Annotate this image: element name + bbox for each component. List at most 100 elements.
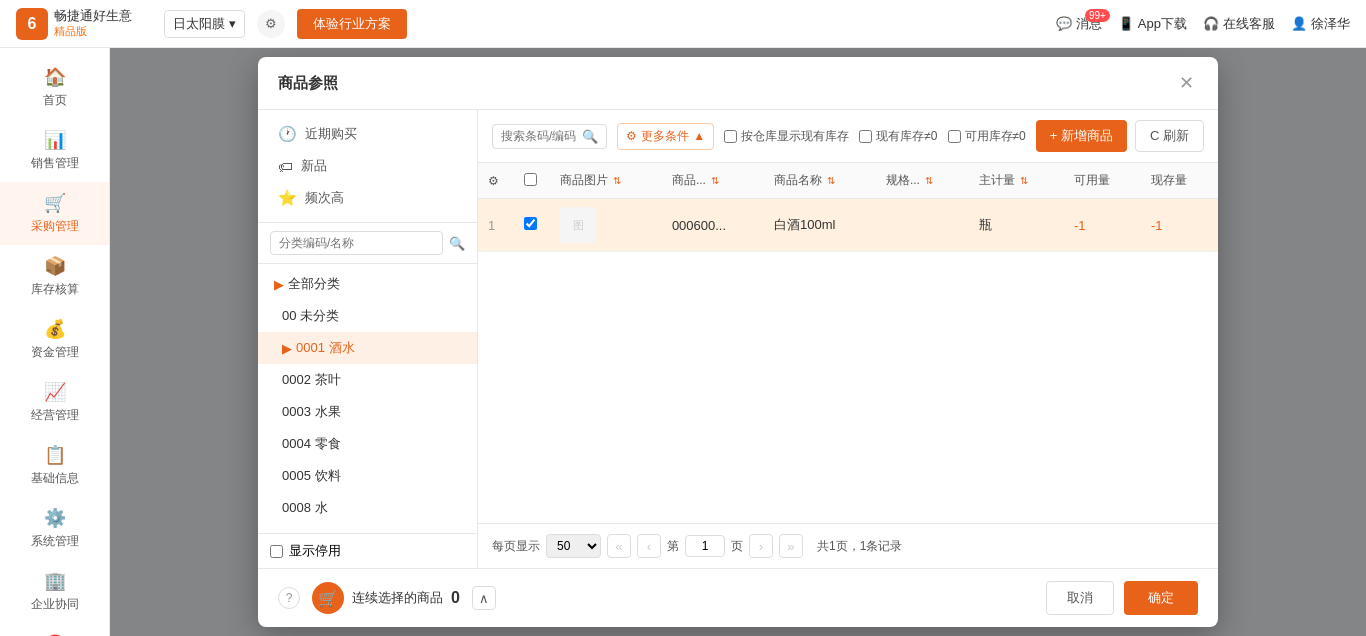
category-fruit[interactable]: 0003 水果 [258,396,477,428]
clock-icon: 🕐 [278,125,297,143]
quick-recent[interactable]: 🕐 近期购买 [270,118,465,150]
chevron-down-icon: ▾ [229,16,236,31]
row-available: -1 [1064,199,1141,252]
table-settings-icon[interactable]: ⚙ [488,174,499,188]
notification-badge: 99+ [1085,9,1110,22]
phone-icon: 📱 [1118,16,1134,31]
nav-dropdown[interactable]: 日太阳膜 ▾ [164,10,245,38]
product-table: ⚙ 商品图片 ⇅ [478,163,1218,252]
th-image[interactable]: 商品图片 ⇅ [550,163,662,199]
quick-new[interactable]: 🏷 新品 [270,150,465,182]
app-download-item[interactable]: 📱 App下载 [1118,15,1187,33]
category-uncategorized[interactable]: 00 未分类 [258,300,477,332]
select-all-checkbox[interactable] [524,173,537,186]
sidebar-label-inventory: 库存核算 [31,281,79,298]
add-product-button[interactable]: + 新增商品 [1036,120,1127,152]
confirm-button[interactable]: 确定 [1124,581,1198,615]
th-unit[interactable]: 主计量 ⇅ [969,163,1064,199]
sidebar-item-finance[interactable]: 💰 资金管理 [0,308,109,371]
chevron-up-icon: ▲ [693,129,705,143]
quick-recent-label: 近期购买 [305,125,357,143]
page-label: 第 [667,538,679,555]
cancel-button[interactable]: 取消 [1046,581,1114,615]
help-icon[interactable]: ? [278,587,300,609]
next-page-btn[interactable]: › [749,534,773,558]
enterprise-icon: 🏢 [44,570,66,592]
collapse-arrow-icon[interactable]: ∧ [472,586,496,610]
all-arrow-icon: ▶ [274,277,284,292]
user-item[interactable]: 👤 徐泽华 [1291,15,1350,33]
sidebar-item-basic[interactable]: 📋 基础信息 [0,434,109,497]
th-code[interactable]: 商品... ⇅ [662,163,764,199]
sidebar-item-purchase[interactable]: 🛒 采购管理 [0,182,109,245]
product-search-box: 🔍 [492,124,607,149]
sidebar-item-home[interactable]: 🏠 首页 [0,56,109,119]
category-all[interactable]: ▶ 全部分类 [258,268,477,300]
sidebar-item-system[interactable]: ⚙️ 系统管理 [0,497,109,560]
nav-right: 💬 消息 99+ 📱 App下载 🎧 在线客服 👤 徐泽华 [1056,15,1350,33]
row-num: 1 [478,199,514,252]
category-tea[interactable]: 0002 茶叶 [258,364,477,396]
row-spec [876,199,969,252]
gear-icon[interactable]: ⚙ [257,10,285,38]
checkbox-current-stock[interactable]: 现有库存≠0 [859,128,937,145]
search-icon[interactable]: 🔍 [582,129,598,144]
row-unit: 瓶 [969,199,1064,252]
operation-icon: 📈 [44,381,66,403]
modal-close-button[interactable]: ✕ [1174,71,1198,95]
page-number-input[interactable] [685,535,725,557]
headset-icon: 🎧 [1203,16,1219,31]
refresh-button[interactable]: C 刷新 [1135,120,1204,152]
th-checkbox [514,163,550,199]
star-icon: ⭐ [278,189,297,207]
first-page-btn[interactable]: « [607,534,631,558]
th-stock: 现存量 [1141,163,1218,199]
sidebar-item-sales[interactable]: 📊 销售管理 [0,119,109,182]
total-info: 共1页，1条记录 [817,538,902,555]
purchase-icon: 🛒 [44,192,66,214]
product-reference-modal: 商品参照 ✕ 🕐 近期购买 🏷 [258,57,1218,627]
last-page-btn[interactable]: » [779,534,803,558]
logo-text: 畅捷通好生意 精品版 [54,8,132,40]
checkbox-available-stock[interactable]: 可用库存≠0 [948,128,1026,145]
cart-count: 0 [451,589,460,607]
pagination-bar: 每页显示 50 100 200 « ‹ 第 页 › [478,523,1218,568]
sidebar-label-home: 首页 [43,92,67,109]
avatar: 👤 [1291,16,1307,31]
sidebar-item-enterprise[interactable]: 🏢 企业协同 [0,560,109,623]
category-liquor[interactable]: ▶ 0001 酒水 [258,332,477,364]
row-stock: -1 [1141,199,1218,252]
checkbox-warehouse-stock[interactable]: 按仓库显示现有库存 [724,128,849,145]
category-water[interactable]: 0008 水 [258,492,477,524]
category-beverage[interactable]: 0005 饮料 [258,460,477,492]
per-page-select[interactable]: 50 100 200 [546,534,601,558]
quick-new-label: 新品 [301,157,327,175]
category-appliances[interactable]: 0010 家电 [258,524,477,533]
online-service-item[interactable]: 🎧 在线客服 [1203,15,1275,33]
notification-item[interactable]: 💬 消息 99+ [1056,15,1102,33]
sidebar-item-guide[interactable]: 🎯 新手引导 [0,623,109,636]
prev-page-btn[interactable]: ‹ [637,534,661,558]
category-search-input[interactable] [270,231,443,255]
row-image-cell: 图 [550,199,662,252]
sidebar-item-inventory[interactable]: 📦 库存核算 [0,245,109,308]
page-suffix: 页 [731,538,743,555]
th-spec[interactable]: 规格... ⇅ [876,163,969,199]
product-search-input[interactable] [501,129,576,143]
filter-button[interactable]: ⚙ 更多条件 ▲ [617,123,714,150]
notification-icon: 💬 [1056,16,1072,31]
cart-label: 连续选择的商品 [352,589,443,607]
modal-header: 商品参照 ✕ [258,57,1218,110]
show-disabled-label[interactable]: 显示停用 [289,542,341,560]
category-search-icon[interactable]: 🔍 [449,236,465,251]
experience-btn[interactable]: 体验行业方案 [297,9,407,39]
row-checkbox[interactable] [524,217,537,230]
sidebar-item-operation[interactable]: 📈 经营管理 [0,371,109,434]
th-name[interactable]: 商品名称 ⇅ [764,163,876,199]
table-header-row: ⚙ 商品图片 ⇅ [478,163,1218,199]
show-disabled-checkbox[interactable] [270,545,283,558]
category-snack[interactable]: 0004 零食 [258,428,477,460]
quick-frequent[interactable]: ⭐ 频次高 [270,182,465,214]
main-layout: 🏠 首页 📊 销售管理 🛒 采购管理 📦 库存核算 💰 资金管理 📈 经营管理 … [0,48,1366,636]
table-row[interactable]: 1 图 [478,199,1218,252]
